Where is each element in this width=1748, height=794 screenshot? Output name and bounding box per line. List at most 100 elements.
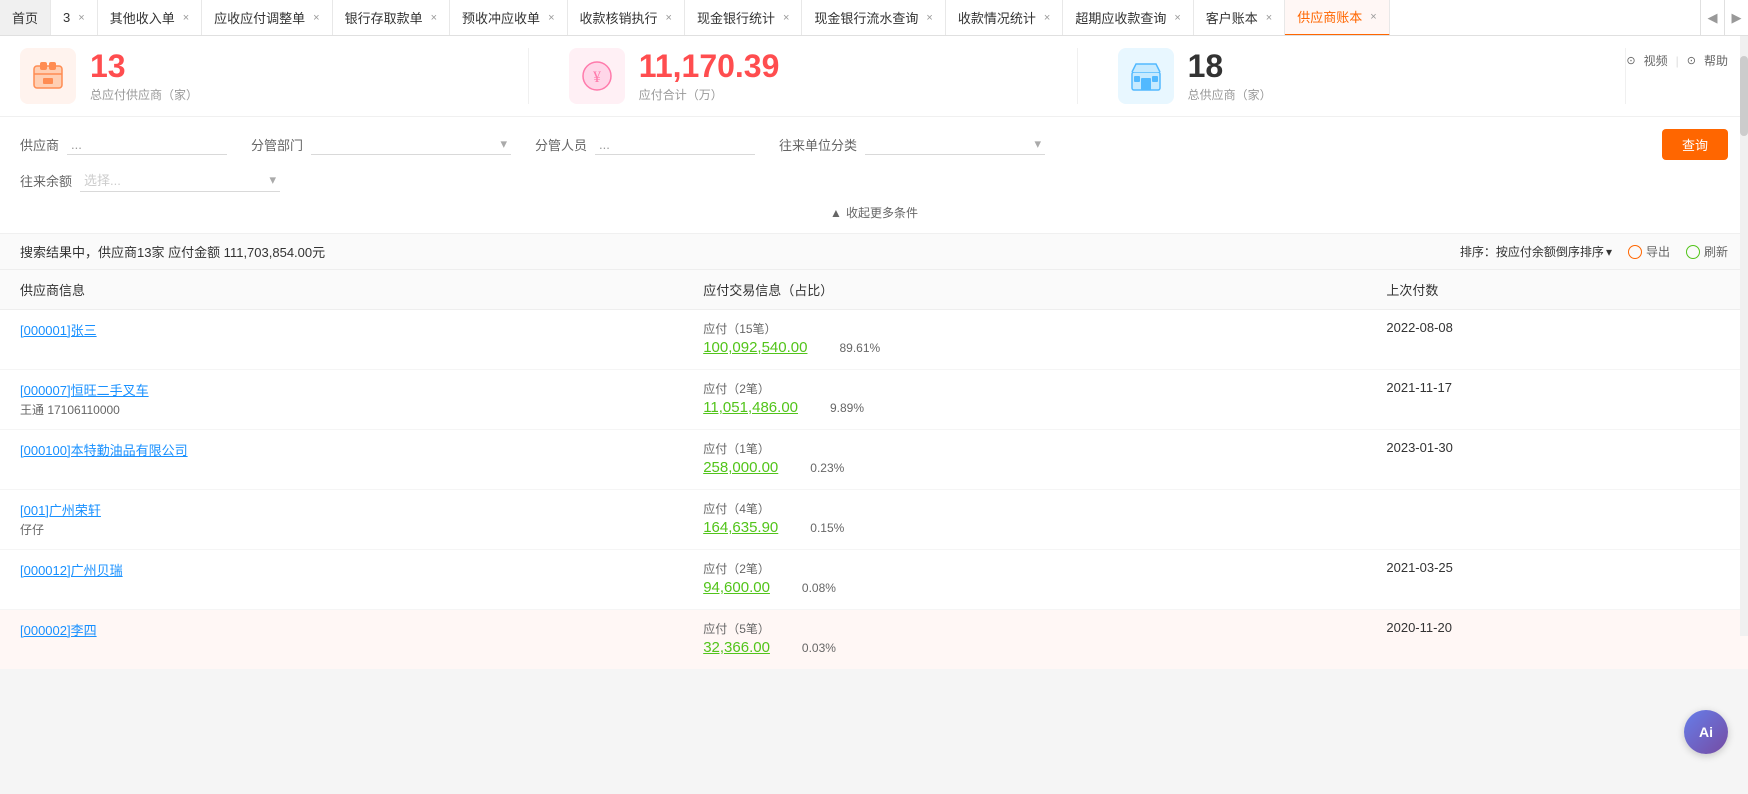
nav-tab-receipt-label: 收款核销执行 xyxy=(580,8,658,27)
refresh-label: 刷新 xyxy=(1704,243,1728,260)
payable-pct: 89.61% xyxy=(839,341,880,355)
nav-next-arrow[interactable]: ▶ xyxy=(1724,0,1748,36)
summary-card-suppliers: 13 总应付供应商（家） xyxy=(20,48,529,104)
dept-select[interactable]: ▾ xyxy=(311,134,511,155)
supplier-info: [000002]李四 xyxy=(20,620,703,639)
payable-pct: 0.15% xyxy=(810,521,844,535)
payable-amount[interactable]: 100,092,540.00 xyxy=(703,339,807,356)
table-row: [001]广州荣轩 仔仔 应付（4笔） 164,635.90 0.15% xyxy=(0,490,1748,550)
refresh-button[interactable]: 刷新 xyxy=(1686,243,1728,260)
table-row: [000002]李四 应付（5笔） 32,366.00 0.03% 2020-1… xyxy=(0,610,1748,670)
nav-tab-bank[interactable]: 银行存取款单 × xyxy=(333,0,450,36)
nav-tab-cash-stat-label: 现金银行统计 xyxy=(697,8,775,27)
last-pay-date: 2022-08-08 xyxy=(1386,320,1728,335)
nav-tab-customer[interactable]: 客户账本 × xyxy=(1194,0,1285,36)
last-pay-date: 2021-03-25 xyxy=(1386,560,1728,575)
supplier-link[interactable]: [000012]广州贝瑞 xyxy=(20,560,703,579)
filter-dept: 分管部门 ▾ xyxy=(251,134,511,155)
search-button[interactable]: 查询 xyxy=(1662,129,1728,160)
nav-tab-cash-flow[interactable]: 现金银行流水查询 × xyxy=(802,0,945,36)
payable-info: 应付（5笔） 32,366.00 0.03% xyxy=(703,620,1386,656)
close-icon[interactable]: × xyxy=(666,12,672,24)
close-icon[interactable]: × xyxy=(313,12,319,24)
close-icon[interactable]: × xyxy=(1370,11,1376,23)
last-pay-date: 2021-11-17 xyxy=(1386,380,1728,395)
unit-class-select[interactable]: ▾ xyxy=(865,134,1045,155)
nav-tab-home[interactable]: 首页 xyxy=(0,0,51,36)
close-icon[interactable]: × xyxy=(78,12,84,24)
supplier-link[interactable]: [000100]本特勤油品有限公司 xyxy=(20,440,703,459)
summary-text-amount: 11,170.39 应付合计（万） xyxy=(639,50,780,103)
supplier-sub: 王通 17106110000 xyxy=(20,401,703,418)
export-button[interactable]: 导出 xyxy=(1628,243,1670,260)
supplier-sub: 仔仔 xyxy=(20,521,703,538)
close-icon[interactable]: × xyxy=(783,12,789,24)
data-table: 供应商信息 应付交易信息（占比） 上次付数 [000001]张三 应付（15笔）… xyxy=(0,270,1748,670)
summary-text-total: 18 总供应商（家） xyxy=(1188,50,1272,103)
close-icon[interactable]: × xyxy=(1266,12,1272,24)
supplier-info: [000012]广州贝瑞 xyxy=(20,560,703,579)
summary-bar: 13 总应付供应商（家） ¥ 11,170.39 应付合计（万） xyxy=(0,36,1748,117)
payable-amount[interactable]: 32,366.00 xyxy=(703,639,770,656)
right-actions: 排序：按应付余额倒序排序 ▾ 导出 刷新 xyxy=(1460,243,1728,260)
col-header-lastpay: 上次付数 xyxy=(1386,280,1728,299)
sort-label: 排序：按应付余额倒序排序 xyxy=(1460,243,1604,260)
person-input[interactable] xyxy=(595,135,755,155)
payable-amount[interactable]: 94,600.00 xyxy=(703,579,770,596)
supplier-link[interactable]: [000007]恒旺二手叉车 xyxy=(20,380,703,399)
ai-button[interactable]: Ai xyxy=(1684,710,1728,754)
payable-label: 应付（2笔） xyxy=(703,560,1386,577)
close-icon[interactable]: × xyxy=(183,12,189,24)
collapse-button[interactable]: ▲ 收起更多条件 xyxy=(20,200,1728,225)
table-row: [000012]广州贝瑞 应付（2笔） 94,600.00 0.08% 2021… xyxy=(0,550,1748,610)
nav-tab-other-income[interactable]: 其他收入单 × xyxy=(98,0,202,36)
filter-person: 分管人员 xyxy=(535,135,755,155)
svg-text:¥: ¥ xyxy=(593,69,601,86)
nav-tab-ar-ap[interactable]: 应收应付调整单 × xyxy=(202,0,332,36)
nav-tab-3[interactable]: 3 × xyxy=(51,0,98,36)
payable-amount[interactable]: 258,000.00 xyxy=(703,459,778,476)
payable-amount[interactable]: 11,051,486.00 xyxy=(703,399,798,416)
supplier-link[interactable]: [000002]李四 xyxy=(20,620,703,639)
unit-class-label: 往来单位分类 xyxy=(779,135,857,154)
top-right-links: ⊙ 视频 | ⊙ 帮助 xyxy=(1626,48,1728,69)
nav-tab-ar-ap-label: 应收应付调整单 xyxy=(214,8,305,27)
supplier-link[interactable]: [000001]张三 xyxy=(20,320,703,339)
nav-tab-advance[interactable]: 预收冲应收单 × xyxy=(450,0,567,36)
filter-balance: 往来余额 选择... ▾ xyxy=(20,168,280,192)
summary-card-total: 18 总供应商（家） xyxy=(1078,48,1627,104)
close-icon[interactable]: × xyxy=(1044,12,1050,24)
nav-tab-receipt[interactable]: 收款核销执行 × xyxy=(568,0,685,36)
total-payable-suppliers-label: 总应付供应商（家） xyxy=(90,86,198,103)
last-pay-date: 2020-11-20 xyxy=(1386,620,1728,635)
supplier-input[interactable] xyxy=(67,135,227,155)
nav-arrows: ◀ ▶ xyxy=(1700,0,1748,36)
nav-prev-arrow[interactable]: ◀ xyxy=(1700,0,1724,36)
supplier-info: [000007]恒旺二手叉车 王通 17106110000 xyxy=(20,380,703,418)
balance-select[interactable]: 选择... ▾ xyxy=(80,168,280,192)
supplier-link[interactable]: [001]广州荣轩 xyxy=(20,500,703,519)
close-icon[interactable]: × xyxy=(548,12,554,24)
close-icon[interactable]: × xyxy=(1174,12,1180,24)
nav-tab-supplier[interactable]: 供应商账本 × xyxy=(1285,0,1389,36)
video-link[interactable]: 视频 xyxy=(1644,52,1668,69)
store-icon xyxy=(1118,48,1174,104)
scrollbar-track xyxy=(1740,36,1748,636)
nav-tab-overdue[interactable]: 超期应收款查询 × xyxy=(1063,0,1193,36)
payable-info: 应付（2笔） 94,600.00 0.08% xyxy=(703,560,1386,596)
sort-button[interactable]: 排序：按应付余额倒序排序 ▾ xyxy=(1460,243,1612,260)
filter-supplier: 供应商 xyxy=(20,135,227,155)
scrollbar-thumb[interactable] xyxy=(1740,56,1748,136)
table-row: [000007]恒旺二手叉车 王通 17106110000 应付（2笔） 11,… xyxy=(0,370,1748,430)
filter-area: 供应商 分管部门 ▾ 分管人员 往来单位分类 ▾ 查询 往来余额 选择 xyxy=(0,117,1748,234)
col-header-payable: 应付交易信息（占比） xyxy=(703,280,1386,299)
payable-pct: 0.08% xyxy=(802,581,836,595)
close-icon[interactable]: × xyxy=(926,12,932,24)
payable-amount[interactable]: 164,635.90 xyxy=(703,519,778,536)
help-link[interactable]: 帮助 xyxy=(1704,52,1728,69)
balance-value: 选择... xyxy=(84,170,121,189)
nav-tab-receipt-stat[interactable]: 收款情况统计 × xyxy=(946,0,1063,36)
close-icon[interactable]: × xyxy=(431,12,437,24)
person-label: 分管人员 xyxy=(535,135,587,154)
nav-tab-cash-stat[interactable]: 现金银行统计 × xyxy=(685,0,802,36)
